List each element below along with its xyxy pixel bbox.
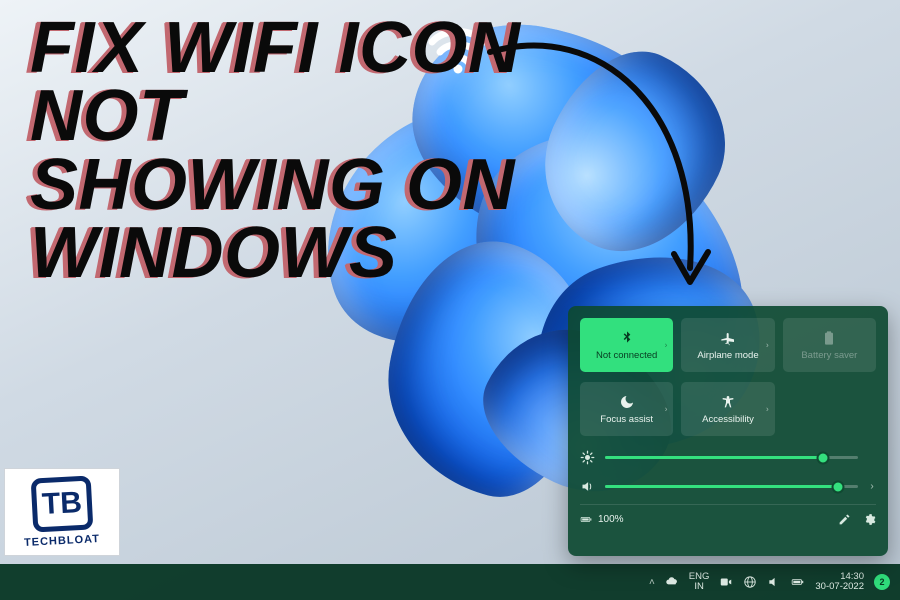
chevron-right-icon: › bbox=[766, 341, 769, 350]
gear-icon[interactable] bbox=[863, 513, 876, 526]
airplane-icon bbox=[720, 330, 736, 346]
tile-label: Battery saver bbox=[801, 350, 857, 361]
clock[interactable]: 14:30 30-07-2022 bbox=[815, 572, 864, 592]
battery-saver-icon bbox=[821, 330, 837, 346]
speaker-icon[interactable] bbox=[767, 575, 781, 589]
brand-logo: TB TECHBLOAT bbox=[4, 468, 120, 556]
sun-icon bbox=[580, 450, 595, 465]
battery-icon bbox=[580, 513, 593, 526]
moon-icon bbox=[619, 394, 635, 410]
accessibility-icon bbox=[720, 394, 736, 410]
bluetooth-icon bbox=[619, 330, 635, 346]
brightness-slider[interactable] bbox=[580, 450, 876, 465]
onedrive-icon[interactable] bbox=[665, 575, 679, 589]
slider-thumb[interactable] bbox=[831, 480, 844, 493]
volume-slider[interactable]: › bbox=[580, 479, 876, 494]
language-indicator[interactable]: ENG IN bbox=[689, 572, 710, 592]
chevron-right-icon: › bbox=[665, 405, 668, 414]
headline: FIX WIFI ICON NOT SHOWING ON WINDOWS bbox=[30, 14, 540, 288]
network-icon[interactable] bbox=[743, 575, 757, 589]
chevron-right-icon[interactable]: › bbox=[868, 481, 876, 492]
meet-now-icon[interactable] bbox=[719, 575, 733, 589]
slider-track[interactable] bbox=[605, 485, 858, 488]
speaker-icon bbox=[580, 479, 595, 494]
chevron-right-icon: › bbox=[766, 405, 769, 414]
tile-label: Not connected bbox=[596, 350, 657, 361]
tile-focus-assist[interactable]: › Focus assist bbox=[580, 382, 673, 436]
battery-status[interactable]: 100% bbox=[580, 513, 624, 526]
tile-airplane[interactable]: › Airplane mode bbox=[681, 318, 774, 372]
battery-icon[interactable] bbox=[791, 575, 805, 589]
slider-track[interactable] bbox=[605, 456, 858, 459]
brand-name: TECHBLOAT bbox=[24, 533, 101, 549]
tile-label: Accessibility bbox=[702, 414, 754, 425]
chevron-up-icon[interactable]: ˄ bbox=[649, 577, 655, 588]
pencil-icon[interactable] bbox=[838, 513, 851, 526]
tile-label: Focus assist bbox=[600, 414, 653, 425]
chevron-right-icon: › bbox=[665, 341, 668, 350]
tile-accessibility[interactable]: › Accessibility bbox=[681, 382, 774, 436]
tile-bluetooth[interactable]: › Not connected bbox=[580, 318, 673, 372]
quick-settings-panel: › Not connected › Airplane mode Battery … bbox=[568, 306, 888, 556]
tile-label: Airplane mode bbox=[697, 350, 758, 361]
notification-badge[interactable]: 2 bbox=[874, 574, 890, 590]
tile-battery-saver[interactable]: Battery saver bbox=[783, 318, 876, 372]
battery-text: 100% bbox=[598, 514, 624, 525]
pointer-arrow bbox=[470, 30, 750, 320]
taskbar: ˄ ENG IN 14:30 30-07-2022 2 bbox=[0, 564, 900, 600]
slider-thumb[interactable] bbox=[816, 451, 829, 464]
system-tray[interactable]: ˄ ENG IN 14:30 30-07-2022 2 bbox=[649, 572, 890, 592]
brand-mark: TB bbox=[31, 475, 94, 532]
